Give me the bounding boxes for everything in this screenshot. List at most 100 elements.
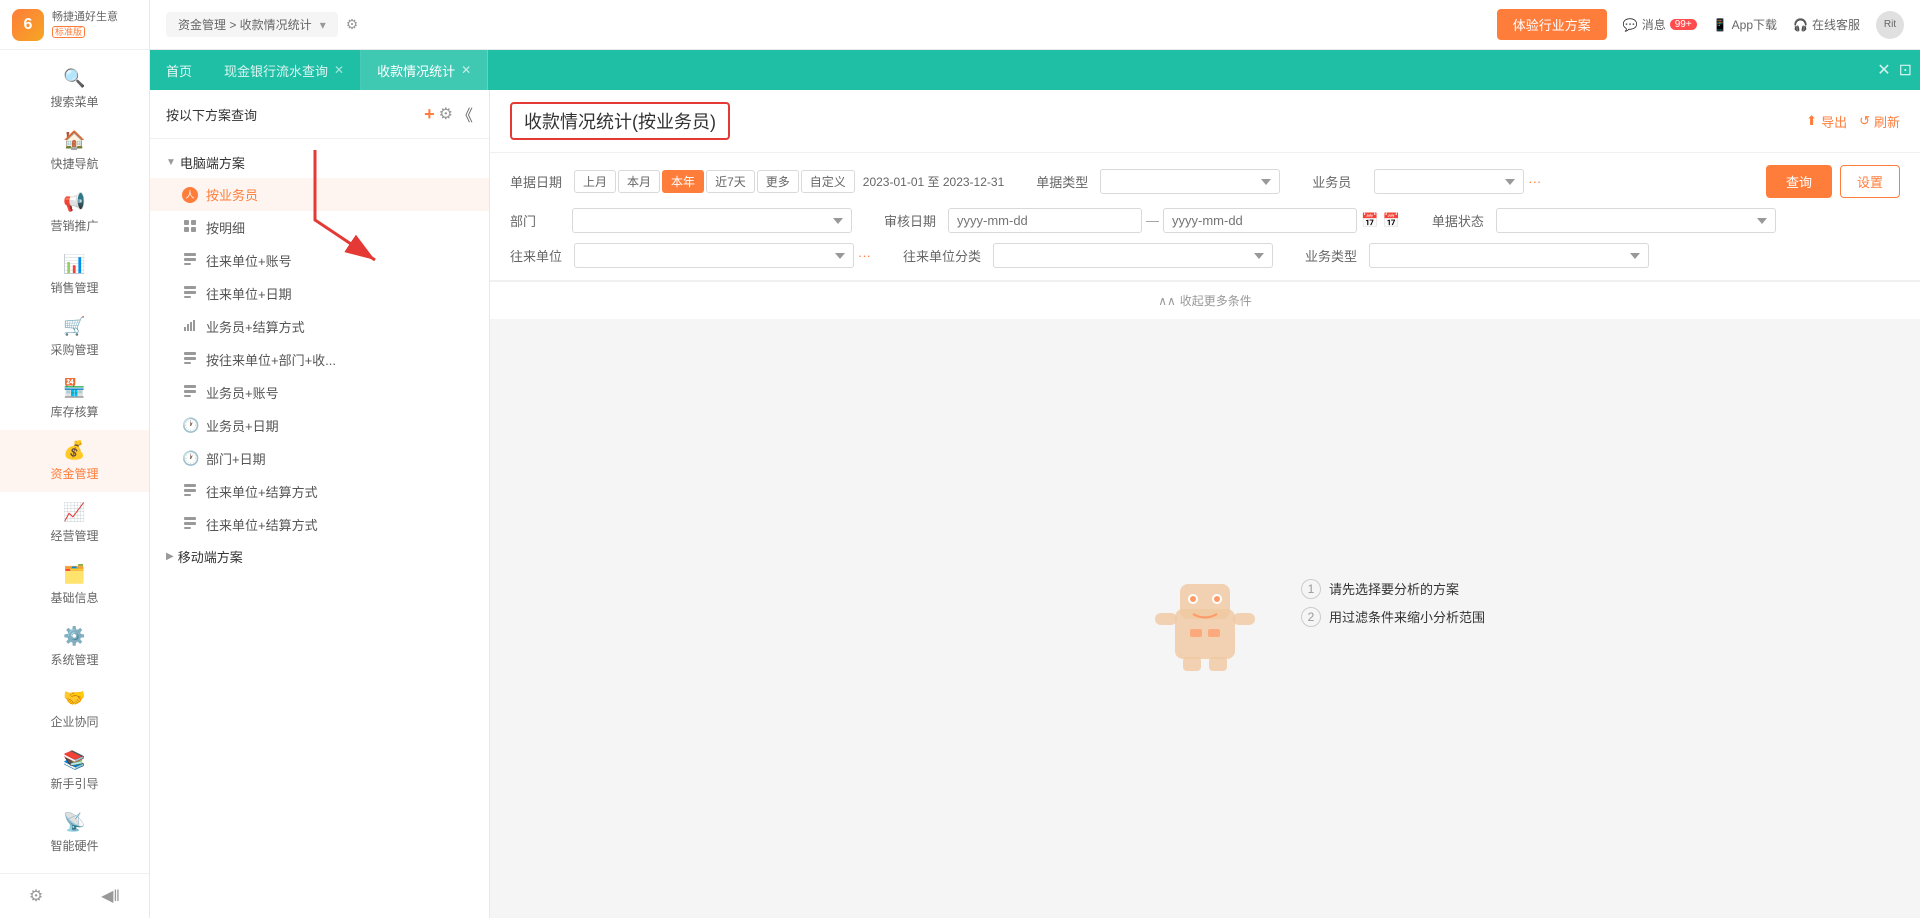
date-btn-last-month[interactable]: 上月 bbox=[574, 170, 616, 193]
business-type-control bbox=[1369, 243, 1649, 268]
scheme-item-salesman-date[interactable]: 🕐 业务员+日期 bbox=[150, 409, 489, 442]
app-download-btn[interactable]: 📱 App下载 bbox=[1713, 16, 1777, 33]
right-content: 收款情况统计(按业务员) ⬆ 导出 ↺ 刷新 bbox=[490, 90, 1920, 918]
export-btn[interactable]: ⬆ 导出 bbox=[1806, 112, 1847, 131]
breadcrumb[interactable]: 资金管理 > 收款情况统计 ▾ bbox=[166, 12, 338, 37]
sidebar-item-search-menu[interactable]: 🔍 搜索菜单 bbox=[0, 58, 149, 120]
sidebar-collapse-btn[interactable]: ◀‖ bbox=[101, 886, 120, 906]
date-label: 单据日期 bbox=[510, 172, 562, 191]
doc-type-label: 单据类型 bbox=[1036, 172, 1088, 191]
sidebar-item-quick-nav[interactable]: 🏠 快捷导航 bbox=[0, 120, 149, 182]
scheme-item-customer-date[interactable]: 往来单位+日期 bbox=[150, 277, 489, 310]
partner-category-select[interactable] bbox=[993, 243, 1273, 268]
salesman-control: ··· bbox=[1374, 169, 1541, 194]
scheme-item-salesman-account[interactable]: 业务员+账号 bbox=[150, 376, 489, 409]
sales-icon: 📊 bbox=[63, 254, 85, 275]
sidebar-item-enterprise[interactable]: 🤝 企业协同 bbox=[0, 678, 149, 740]
logo-text: 畅捷通好生意 标准版 bbox=[52, 10, 118, 39]
logo-icon: 6 bbox=[12, 9, 44, 41]
sidebar-item-guide[interactable]: 📚 新手引导 bbox=[0, 740, 149, 802]
tab-bank-flow[interactable]: 现金银行流水查询 ✕ bbox=[208, 50, 361, 90]
sidebar-item-sales[interactable]: 📊 销售管理 bbox=[0, 244, 149, 306]
scheme-item-by-detail[interactable]: 按明细 bbox=[150, 211, 489, 244]
sidebar-item-purchase[interactable]: 🛒 采购管理 bbox=[0, 306, 149, 368]
business-type-select[interactable] bbox=[1369, 243, 1649, 268]
salesman-filter-label: 业务员 bbox=[1312, 172, 1362, 191]
doc-type-select[interactable] bbox=[1100, 169, 1280, 194]
partner-category-label: 往来单位分类 bbox=[903, 246, 981, 265]
online-service-btn[interactable]: 🎧 在线客服 bbox=[1793, 16, 1860, 33]
scheme-settings-btn[interactable]: ⚙ bbox=[439, 102, 453, 126]
user-avatar[interactable]: Rit bbox=[1876, 11, 1904, 39]
sidebar-settings-btn[interactable]: ⚙ bbox=[29, 886, 43, 906]
sidebar-item-hardware[interactable]: 📡 智能硬件 bbox=[0, 802, 149, 864]
partner-select[interactable] bbox=[574, 243, 854, 268]
tab-close-window-icon[interactable]: ✕ bbox=[1877, 60, 1890, 80]
top-bar-center-actions: 体验行业方案 bbox=[1497, 9, 1607, 40]
dept-select[interactable] bbox=[572, 208, 852, 233]
tab-collection-stats[interactable]: 收款情况统计 ✕ bbox=[361, 50, 488, 90]
finance-icon: 💰 bbox=[63, 440, 85, 461]
panel-collapse-btn[interactable]: 《 bbox=[457, 102, 473, 126]
scheme-section: ▼ 电脑端方案 人 按业务员 bbox=[150, 139, 489, 580]
tab-home[interactable]: 首页 bbox=[150, 50, 208, 90]
system-icon: ⚙️ bbox=[63, 626, 85, 647]
partner-more-btn[interactable]: ··· bbox=[858, 248, 871, 263]
customer-account-icon bbox=[182, 252, 198, 269]
tab-bank-flow-close[interactable]: ✕ bbox=[334, 63, 344, 77]
scheme-group-desktop-header[interactable]: ▼ 电脑端方案 bbox=[150, 147, 489, 178]
export-icon: ⬆ bbox=[1806, 113, 1817, 129]
enterprise-icon: 🤝 bbox=[63, 688, 85, 709]
sidebar-item-wechat[interactable]: 💬 企业微信 bbox=[0, 864, 149, 873]
tab-maximize-icon[interactable]: ⊡ bbox=[1899, 60, 1912, 80]
top-bar-right: 💬 消息 99+ 📱 App下载 🎧 在线客服 Rit bbox=[1623, 11, 1904, 39]
sidebar-item-marketing[interactable]: 📢 营销推广 bbox=[0, 182, 149, 244]
scheme-item-customer-settlement2[interactable]: 往来单位+结算方式 bbox=[150, 508, 489, 541]
doc-type-control bbox=[1100, 169, 1280, 194]
scheme-item-customer-dept-collect[interactable]: 按往来单位+部门+收... bbox=[150, 343, 489, 376]
scheme-item-by-salesman[interactable]: 人 按业务员 bbox=[150, 178, 489, 211]
empty-illustration: 1 请先选择要分析的方案 2 用过滤条件来缩小分析范围 bbox=[1145, 559, 1265, 679]
doc-status-select[interactable] bbox=[1496, 208, 1776, 233]
scheme-item-customer-account[interactable]: 往来单位+账号 bbox=[150, 244, 489, 277]
audit-start-input[interactable] bbox=[948, 208, 1142, 233]
partner-label: 往来单位 bbox=[510, 246, 562, 265]
collapse-more-btn[interactable]: ∧∧ 收起更多条件 bbox=[1158, 292, 1252, 309]
scheme-group-mobile-header[interactable]: ▶ 移动端方案 bbox=[150, 541, 489, 572]
salesman-select[interactable] bbox=[1374, 169, 1524, 194]
add-scheme-btn[interactable]: + bbox=[424, 102, 435, 126]
date-btn-last-7-days[interactable]: 近7天 bbox=[706, 170, 755, 193]
partner-category-control bbox=[993, 243, 1273, 268]
scheme-item-salesman-settlement[interactable]: 业务员+结算方式 bbox=[150, 310, 489, 343]
trial-btn[interactable]: 体验行业方案 bbox=[1497, 9, 1607, 40]
sidebar-item-finance[interactable]: 💰 资金管理 bbox=[0, 430, 149, 492]
sidebar-item-inventory[interactable]: 🏪 库存核算 bbox=[0, 368, 149, 430]
logo-area: 6 畅捷通好生意 标准版 bbox=[0, 0, 149, 50]
customer-dept-collect-icon bbox=[182, 351, 198, 368]
breadcrumb-arrow: ▾ bbox=[320, 18, 326, 32]
date-btn-custom[interactable]: 自定义 bbox=[801, 170, 855, 193]
filter-settings-btn[interactable]: 设置 bbox=[1840, 165, 1900, 198]
salesman-date-icon: 🕐 bbox=[182, 417, 198, 434]
scheme-item-dept-date[interactable]: 🕐 部门+日期 bbox=[150, 442, 489, 475]
date-btn-this-month[interactable]: 本月 bbox=[618, 170, 660, 193]
salesman-more-btn[interactable]: ··· bbox=[1528, 174, 1541, 189]
sidebar-item-operations[interactable]: 📈 经营管理 bbox=[0, 492, 149, 554]
calendar-end-icon[interactable]: 📅 bbox=[1382, 212, 1399, 229]
messages-btn[interactable]: 💬 消息 99+ bbox=[1623, 16, 1697, 33]
customer-date-icon bbox=[182, 285, 198, 302]
audit-end-input[interactable] bbox=[1163, 208, 1357, 233]
query-btn[interactable]: 查询 bbox=[1766, 165, 1832, 198]
refresh-btn[interactable]: ↺ 刷新 bbox=[1859, 112, 1900, 131]
scheme-item-customer-settlement1[interactable]: 往来单位+结算方式 bbox=[150, 475, 489, 508]
settings-gear-icon[interactable]: ⚙ bbox=[346, 16, 359, 33]
date-btn-this-year[interactable]: 本年 bbox=[662, 170, 704, 193]
quick-nav-icon: 🏠 bbox=[63, 130, 85, 151]
sidebar-item-basic[interactable]: 🗂️ 基础信息 bbox=[0, 554, 149, 616]
calendar-start-icon[interactable]: 📅 bbox=[1361, 212, 1378, 229]
sidebar: 6 畅捷通好生意 标准版 🔍 搜索菜单 🏠 快捷导航 📢 营销推广 📊 销售管理 bbox=[0, 0, 150, 918]
sidebar-item-system[interactable]: ⚙️ 系统管理 bbox=[0, 616, 149, 678]
date-btn-more[interactable]: 更多 bbox=[757, 170, 799, 193]
scheme-group-mobile: ▶ 移动端方案 bbox=[150, 541, 489, 572]
tab-collection-stats-close[interactable]: ✕ bbox=[461, 63, 471, 77]
